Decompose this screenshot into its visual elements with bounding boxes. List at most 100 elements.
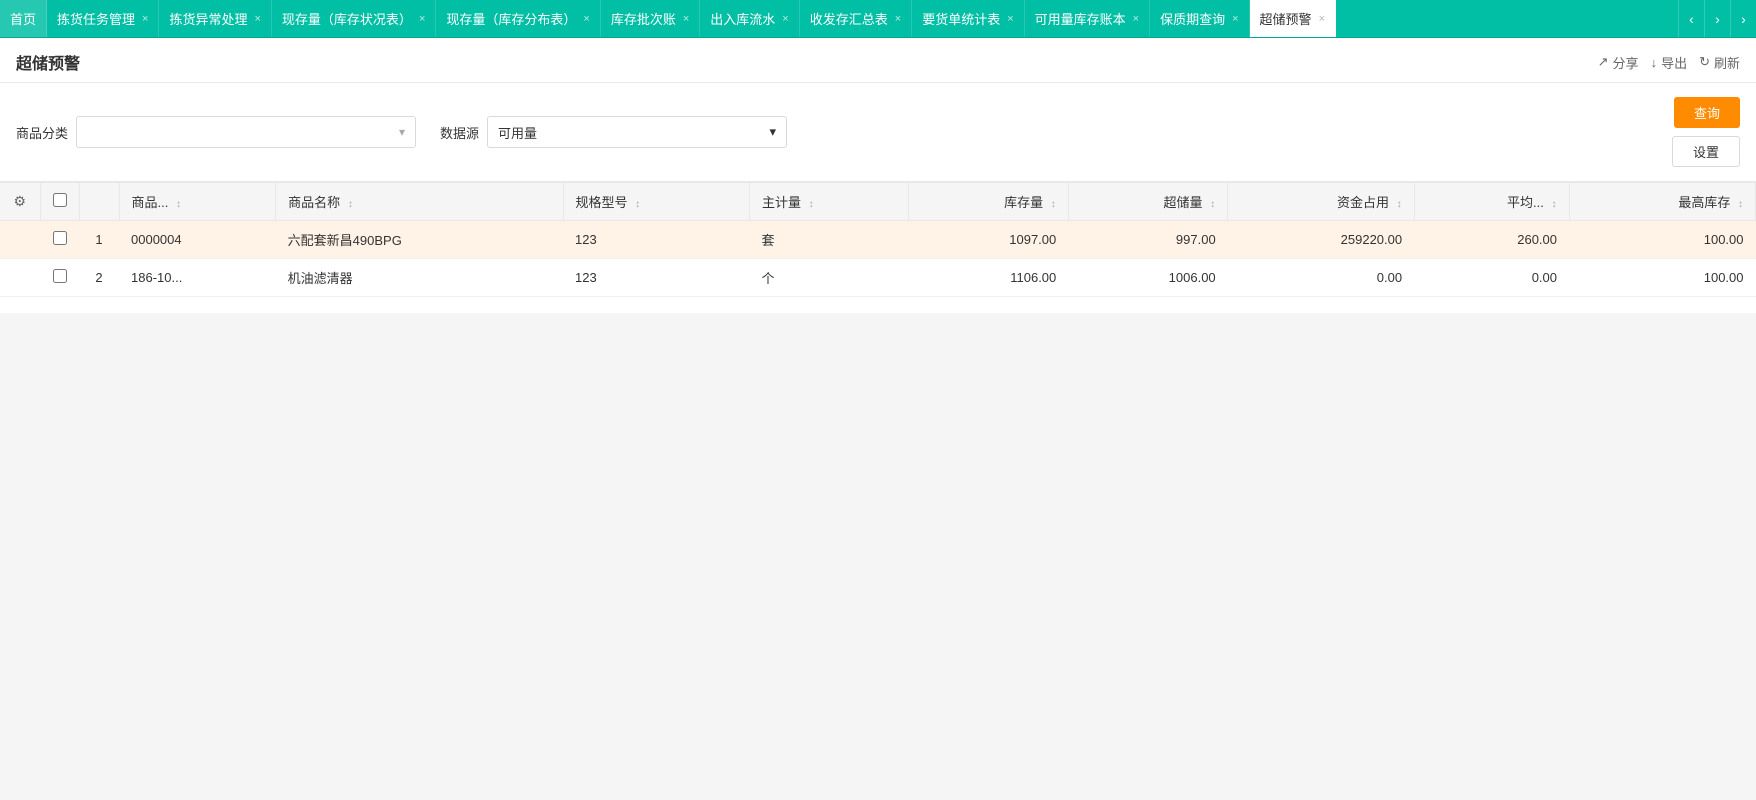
row-stock: 1097.00: [909, 221, 1068, 259]
row-checkbox[interactable]: [53, 269, 67, 283]
row-name: 机油滤清器: [276, 259, 563, 297]
close-icon-batch[interactable]: ×: [683, 13, 689, 25]
nav-menu-button[interactable]: ›: [1730, 0, 1756, 38]
col-num: [79, 183, 119, 221]
col-name[interactable]: 商品名称 ↕: [276, 183, 563, 221]
row-avg: 0.00: [1414, 259, 1569, 297]
category-filter: 商品分类 ▾: [16, 116, 416, 148]
settings-button[interactable]: 设置: [1672, 136, 1740, 167]
col-maxstock[interactable]: 最高库存 ↕: [1569, 183, 1756, 221]
export-icon: ↓: [1651, 55, 1658, 70]
table-row: 2 186-10... 机油滤清器 123 个 1106.00 1006.00 …: [0, 259, 1756, 297]
col-gear: ⚙: [0, 183, 40, 221]
filter-buttons: 查询 设置: [1672, 97, 1740, 167]
col-overstock-label: 超储量: [1164, 195, 1203, 210]
nav-label-stock-status: 现存量（库存状况表）: [282, 9, 412, 28]
close-icon-exception[interactable]: ×: [254, 13, 260, 25]
col-spec[interactable]: 规格型号 ↕: [563, 183, 749, 221]
row-maxstock: 100.00: [1569, 221, 1756, 259]
nav-label-available: 可用量库存账本: [1035, 9, 1126, 28]
row-num: 2: [79, 259, 119, 297]
col-overstock[interactable]: 超储量 ↕: [1068, 183, 1227, 221]
filter-area: 商品分类 ▾ 数据源 可用量 ▾ 查询 设置: [0, 83, 1756, 182]
sort-icon-stock: ↕: [1051, 199, 1056, 210]
nav-item-stock-dist[interactable]: 现存量（库存分布表） ×: [436, 0, 600, 37]
row-gear: [0, 221, 40, 259]
close-icon-inout[interactable]: ×: [782, 13, 788, 25]
select-all-checkbox[interactable]: [53, 193, 67, 207]
col-checkbox: [40, 183, 79, 221]
nav-label-demand: 要货单统计表: [922, 9, 1000, 28]
query-button[interactable]: 查询: [1674, 97, 1740, 128]
col-capital-label: 资金占用: [1337, 195, 1389, 210]
data-table: ⚙ 商品... ↕ 商品名称 ↕ 规格型号 ↕: [0, 182, 1756, 297]
refresh-button[interactable]: ↻ 刷新: [1699, 53, 1740, 72]
col-capital[interactable]: 资金占用 ↕: [1228, 183, 1414, 221]
nav-item-expiry[interactable]: 保质期查询 ×: [1150, 0, 1249, 37]
nav-prev-button[interactable]: ‹: [1678, 0, 1704, 38]
col-unit[interactable]: 主计量 ↕: [749, 183, 908, 221]
nav-item-stock-status[interactable]: 现存量（库存状况表） ×: [272, 0, 436, 37]
nav-next-button[interactable]: ›: [1704, 0, 1730, 38]
table-row: 1 0000004 六配套新昌490BPG 123 套 1097.00 997.…: [0, 221, 1756, 259]
nav-item-overstock[interactable]: 超储预警 ×: [1250, 0, 1336, 37]
table-body: 1 0000004 六配套新昌490BPG 123 套 1097.00 997.…: [0, 221, 1756, 297]
col-unit-label: 主计量: [762, 195, 801, 210]
share-button[interactable]: ↗ 分享: [1598, 53, 1639, 72]
nav-item-exception[interactable]: 拣货异常处理 ×: [159, 0, 271, 37]
col-stock-label: 库存量: [1004, 195, 1043, 210]
nav-arrows: ‹ › ›: [1678, 0, 1756, 38]
chevron-down-icon: ▾: [399, 125, 405, 139]
nav-item-inout[interactable]: 出入库流水 ×: [700, 0, 799, 37]
nav-label-stock-dist: 现存量（库存分布表）: [446, 9, 576, 28]
row-overstock: 997.00: [1068, 221, 1227, 259]
nav-label-expiry: 保质期查询: [1160, 9, 1225, 28]
nav-label-exception: 拣货异常处理: [169, 9, 247, 28]
nav-item-task[interactable]: 拣货任务管理 ×: [47, 0, 159, 37]
nav-item-home[interactable]: 首页: [0, 0, 47, 37]
close-icon-summary[interactable]: ×: [895, 13, 901, 25]
close-icon-available[interactable]: ×: [1133, 13, 1139, 25]
close-icon-demand[interactable]: ×: [1007, 13, 1013, 25]
row-checkbox-cell: [40, 221, 79, 259]
export-label: 导出: [1661, 53, 1687, 72]
close-icon-expiry[interactable]: ×: [1232, 13, 1238, 25]
row-unit: 套: [749, 221, 908, 259]
refresh-label: 刷新: [1714, 53, 1740, 72]
col-maxstock-label: 最高库存: [1678, 195, 1730, 210]
export-button[interactable]: ↓ 导出: [1651, 53, 1688, 72]
nav-item-demand[interactable]: 要货单统计表 ×: [912, 0, 1024, 37]
refresh-icon: ↻: [1699, 54, 1710, 70]
nav-item-summary[interactable]: 收发存汇总表 ×: [800, 0, 912, 37]
row-stock: 1106.00: [909, 259, 1068, 297]
col-avg[interactable]: 平均... ↕: [1414, 183, 1569, 221]
close-icon-stock-status[interactable]: ×: [419, 13, 425, 25]
sort-icon-capital: ↕: [1397, 199, 1402, 210]
row-code: 186-10...: [119, 259, 276, 297]
row-spec: 123: [563, 221, 749, 259]
source-select[interactable]: 可用量 ▾: [487, 116, 787, 148]
close-icon-task[interactable]: ×: [142, 13, 148, 25]
page-title: 超储预警: [16, 50, 1598, 74]
col-name-label: 商品名称: [288, 195, 340, 210]
row-capital: 259220.00: [1228, 221, 1414, 259]
nav-label-overstock: 超储预警: [1260, 9, 1312, 28]
col-code[interactable]: 商品... ↕: [119, 183, 276, 221]
page-header: 超储预警 ↗ 分享 ↓ 导出 ↻ 刷新: [0, 38, 1756, 83]
nav-item-batch[interactable]: 库存批次账 ×: [601, 0, 700, 37]
nav-label-home: 首页: [10, 9, 36, 28]
source-label: 数据源: [440, 123, 479, 142]
nav-label-inout: 出入库流水: [710, 9, 775, 28]
column-settings-icon[interactable]: ⚙: [13, 193, 26, 210]
close-icon-stock-dist[interactable]: ×: [583, 13, 589, 25]
close-icon-overstock[interactable]: ×: [1319, 13, 1325, 25]
source-filter: 数据源 可用量 ▾: [440, 116, 787, 148]
row-checkbox-cell: [40, 259, 79, 297]
chevron-down-icon-2: ▾: [770, 124, 777, 140]
category-select[interactable]: ▾: [76, 116, 416, 148]
row-name: 六配套新昌490BPG: [276, 221, 563, 259]
col-stock[interactable]: 库存量 ↕: [909, 183, 1068, 221]
sort-icon-unit: ↕: [809, 199, 814, 210]
row-checkbox[interactable]: [53, 231, 67, 245]
nav-item-available[interactable]: 可用量库存账本 ×: [1025, 0, 1150, 37]
